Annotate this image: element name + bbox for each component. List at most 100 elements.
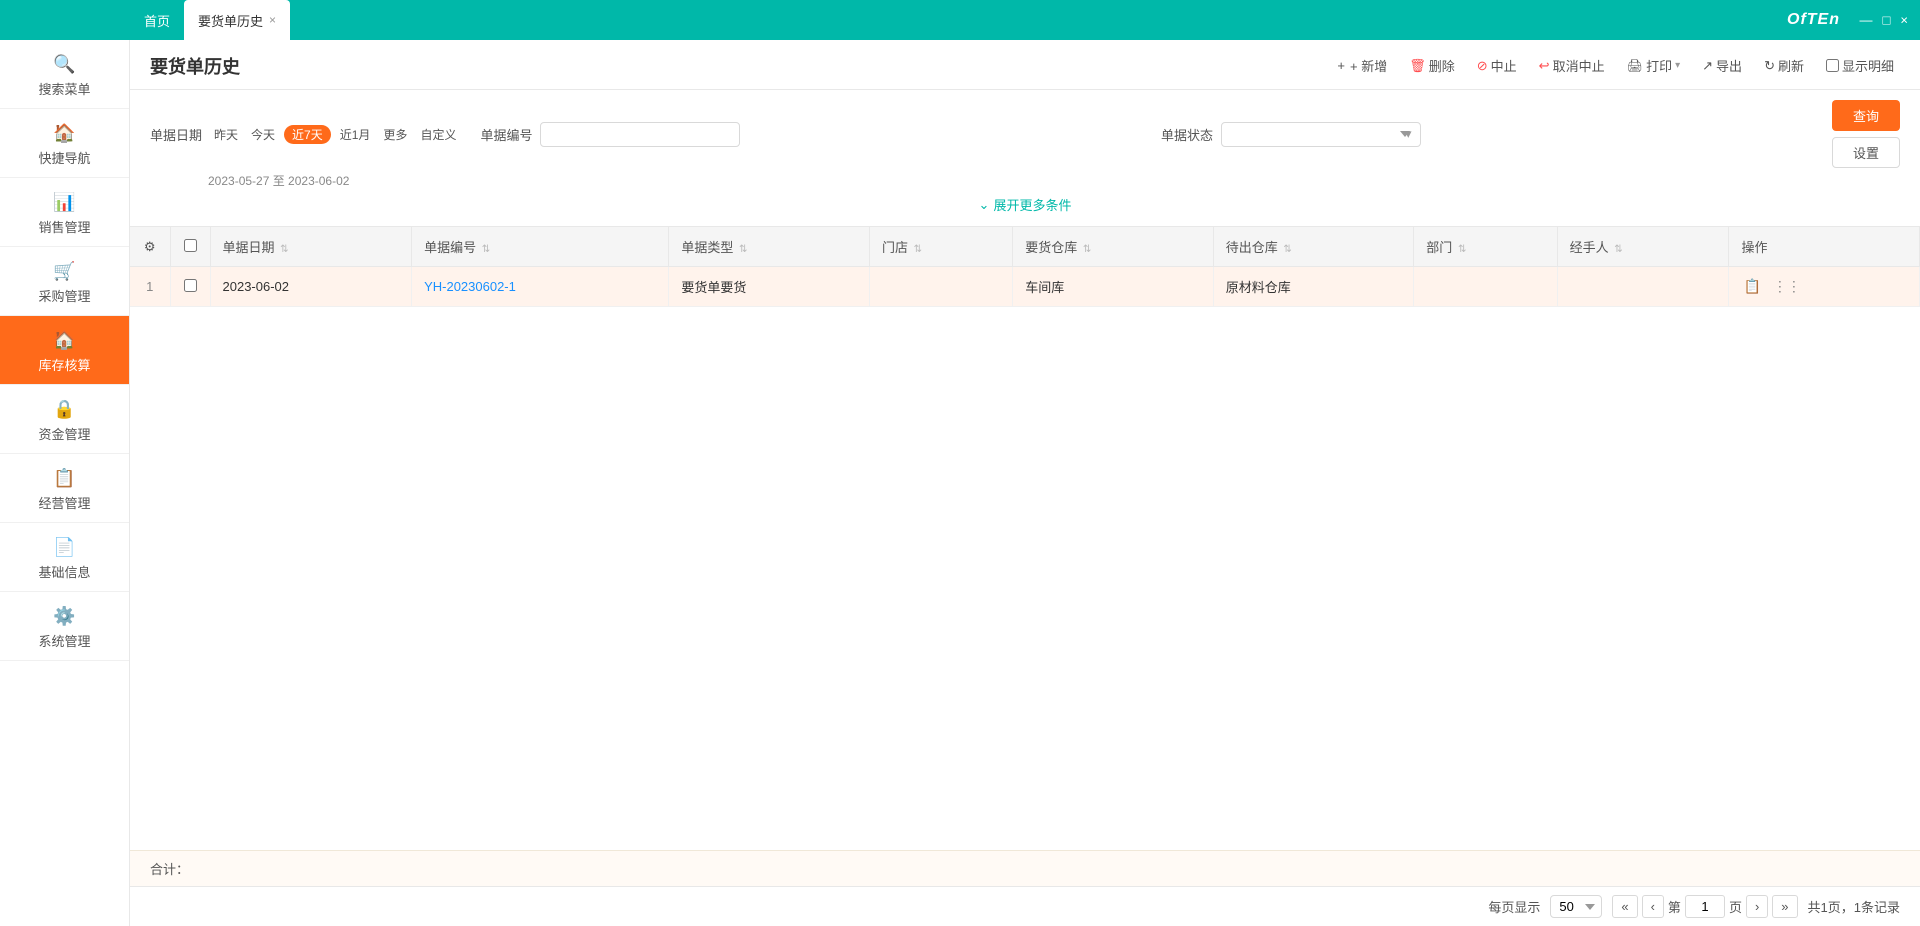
stop-icon: ⊘ [1477,58,1488,74]
shortcut-yesterday[interactable]: 昨天 [210,125,242,144]
col-doc-type[interactable]: 单据类型 ⇅ [669,227,870,267]
tab-requisition-history[interactable]: 要货单历史 × [184,0,290,40]
print-dropdown-icon[interactable]: ▾ [1675,60,1680,71]
page-title: 要货单历史 [150,53,240,79]
col-store[interactable]: 门店 ⇅ [869,227,1012,267]
sidebar-item-system-mgmt-label: 系统管理 [38,631,90,650]
sidebar-item-sales-mgmt[interactable]: 📊 销售管理 [0,178,129,247]
query-button[interactable]: 查询 [1832,100,1900,131]
sales-mgmt-icon: 📊 [53,192,75,213]
doc-number-link[interactable]: YH-20230602-1 [424,279,516,294]
sidebar-item-purchase-mgmt-label: 采购管理 [38,286,90,305]
shortcut-custom[interactable]: 自定义 [416,125,460,144]
sidebar-item-finance-mgmt[interactable]: 🔒 资金管理 [0,385,129,454]
sort-req-warehouse-icon[interactable]: ⇅ [1083,244,1091,255]
basic-info-icon: 📄 [53,537,75,558]
sort-handler-icon[interactable]: ⇅ [1614,244,1622,255]
sort-store-icon[interactable]: ⇅ [914,244,922,255]
sidebar-item-search-menu[interactable]: 🔍 搜索菜单 [0,40,129,109]
refresh-button[interactable]: ↻ 刷新 [1758,52,1810,79]
sidebar-item-system-mgmt[interactable]: ⚙️ 系统管理 [0,592,129,661]
sidebar-item-basic-info[interactable]: 📄 基础信息 [0,523,129,592]
shortcut-last1month[interactable]: 近1月 [336,125,375,144]
sidebar-item-quick-nav[interactable]: 🏠 快捷导航 [0,109,129,178]
export-button[interactable]: ↗ 导出 [1696,52,1748,79]
sidebar-item-search-menu-label: 搜索菜单 [38,79,90,98]
inventory-calc-icon: 🏠 [53,330,75,351]
col-doc-number[interactable]: 单据编号 ⇅ [412,227,669,267]
delete-icon: 🗑 [1409,58,1426,74]
cancel-stop-button[interactable]: ↩ 取消中止 [1533,52,1611,79]
col-settings[interactable]: ⚙ [130,227,170,267]
sort-doc-number-icon[interactable]: ⇅ [482,244,490,255]
cell-pending-warehouse: 原材料仓库 [1213,267,1414,307]
row-action-icons: 📋 ⋮⋮ [1741,276,1907,297]
sort-dept-icon[interactable]: ⇅ [1458,244,1466,255]
new-button[interactable]: + + 新增 [1331,52,1393,79]
first-page-btn[interactable]: « [1612,895,1637,918]
toolbar: + + 新增 🗑 删除 ⊘ 中止 ↩ 取消中止 [1331,52,1900,79]
sort-doc-date-icon[interactable]: ⇅ [280,244,288,255]
sidebar-item-finance-mgmt-label: 资金管理 [38,424,90,443]
sort-pending-warehouse-icon[interactable]: ⇅ [1283,244,1291,255]
doc-status-label: 单据状态 [1161,125,1213,144]
expand-more-btn[interactable]: ⌄ 展开更多条件 [150,189,1900,216]
maximize-btn[interactable]: □ [1883,13,1891,28]
col-checkbox[interactable] [170,227,210,267]
row-checkbox[interactable] [170,267,210,307]
close-tab-icon[interactable]: × [269,13,276,27]
cancel-stop-icon: ↩ [1539,58,1550,74]
cell-doc-number[interactable]: YH-20230602-1 [412,267,669,307]
next-page-btn[interactable]: › [1746,895,1768,918]
close-btn[interactable]: × [1900,13,1908,28]
finance-mgmt-icon: 🔒 [53,399,75,420]
sidebar-item-inventory-calc[interactable]: 🏠 库存核算 [0,316,129,385]
delete-button[interactable]: 🗑 删除 [1403,52,1461,79]
shortcut-today[interactable]: 今天 [247,125,279,144]
prev-page-btn[interactable]: ‹ [1642,895,1664,918]
cell-doc-date: 2023-06-02 [210,267,412,307]
sort-doc-type-icon[interactable]: ⇅ [739,244,747,255]
print-button[interactable]: 🖨 打印 ▾ [1621,52,1687,79]
row-edit-icon[interactable]: 📋 [1741,276,1762,297]
sidebar-item-operations-mgmt[interactable]: 📋 经营管理 [0,454,129,523]
shortcut-more[interactable]: 更多 [379,125,411,144]
col-dept[interactable]: 部门 ⇅ [1414,227,1557,267]
shortcut-last7days[interactable]: 近7天 [284,125,331,144]
doc-status-select[interactable] [1221,122,1421,147]
doc-date-label: 单据日期 [150,125,202,144]
filter-doc-number: 单据编号 [480,122,740,147]
col-req-warehouse[interactable]: 要货仓库 ⇅ [1013,227,1214,267]
sidebar: 🔍 搜索菜单 🏠 快捷导航 📊 销售管理 🛒 采购管理 🏠 库存核算 🔒 资金管… [0,40,130,926]
stop-button[interactable]: ⊘ 中止 [1471,52,1523,79]
expand-more-chevron-icon: ⌄ [979,197,990,213]
quick-nav-icon: 🏠 [53,123,75,144]
per-page-label: 每页显示 [1488,897,1540,916]
doc-number-input[interactable] [540,122,740,147]
print-icon: 🖨 [1627,58,1644,74]
col-handler[interactable]: 经手人 ⇅ [1557,227,1729,267]
show-detail-checkbox[interactable] [1826,59,1839,72]
last-page-btn[interactable]: » [1772,895,1797,918]
row-select-checkbox[interactable] [184,279,197,292]
pagination-bar: 每页显示 10 20 50 100 « ‹ 第 页 › » 共1页，1条记录 [130,886,1920,926]
row-more-icon[interactable]: ⋮⋮ [1771,276,1803,297]
page-input[interactable] [1685,895,1725,918]
settings-button[interactable]: 设置 [1832,137,1900,168]
sidebar-item-purchase-mgmt[interactable]: 🛒 采购管理 [0,247,129,316]
show-detail-button[interactable]: 显示明细 [1820,52,1900,79]
cell-handler [1557,267,1729,307]
col-doc-date[interactable]: 单据日期 ⇅ [210,227,412,267]
search-menu-icon: 🔍 [53,54,75,75]
col-pending-warehouse[interactable]: 待出仓库 ⇅ [1213,227,1414,267]
select-all-checkbox[interactable] [184,239,197,252]
tab-home[interactable]: 首页 [130,0,184,40]
window-controls: — □ × [1860,13,1908,28]
minimize-btn[interactable]: — [1860,13,1873,28]
footer-total-label: 合计： [150,862,189,877]
settings-gear-icon[interactable]: ⚙ [144,239,156,254]
action-buttons: 查询 设置 [1832,100,1900,168]
refresh-icon: ↻ [1764,58,1775,74]
per-page-select[interactable]: 10 20 50 100 [1550,895,1602,918]
content-area: 要货单历史 + + 新增 🗑 删除 ⊘ 中止 ↩ [130,40,1920,926]
